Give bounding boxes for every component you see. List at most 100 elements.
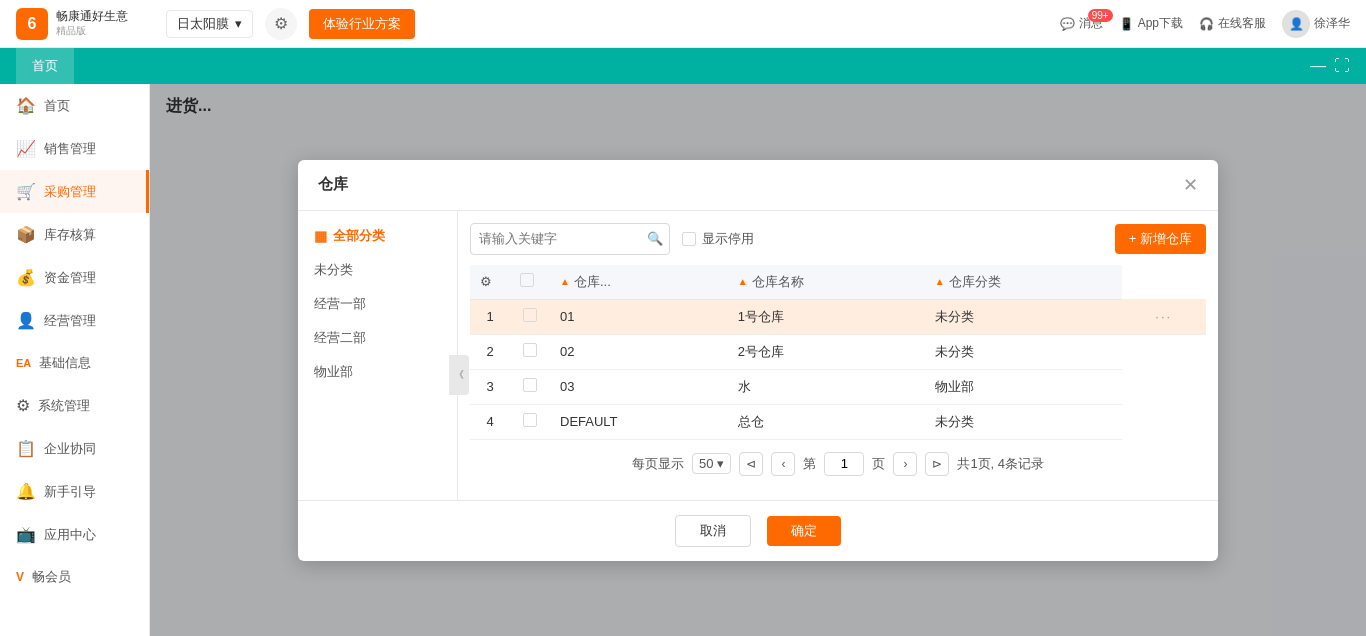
table-row[interactable]: 1 01 1号仓库 未分类 ··· xyxy=(470,299,1206,334)
apps-icon: 📺 xyxy=(16,525,36,544)
category-panel: ▦ 全部分类 未分类 经营一部 经营二部 物业部 xyxy=(298,211,458,500)
header-right: 💬 消息 99+ 📱 App下载 🎧 在线客服 👤 徐泽华 xyxy=(1060,10,1350,38)
category-label: 经营二部 xyxy=(314,329,366,347)
header-checkbox[interactable] xyxy=(520,273,534,287)
category-ops2[interactable]: 经营二部 xyxy=(298,321,457,355)
th-category: ▲ 仓库分类 xyxy=(925,265,1122,300)
sidebar-label: 销售管理 xyxy=(44,140,96,158)
category-all[interactable]: ▦ 全部分类 xyxy=(298,219,457,253)
gear-icon: ⚙ xyxy=(274,14,288,33)
table-row[interactable]: 4 DEFAULT 总仓 未分类 xyxy=(470,404,1206,439)
row-checkbox[interactable] xyxy=(523,343,537,357)
sidebar: 🏠 首页 📈 销售管理 🛒 采购管理 📦 库存核算 💰 资金管理 👤 经营管理 … xyxy=(0,84,150,636)
app-download-item[interactable]: 📱 App下载 xyxy=(1119,15,1183,32)
sidebar-label: 经营管理 xyxy=(44,312,96,330)
per-page-select[interactable]: 50 ▾ xyxy=(692,453,731,474)
sidebar-item-finance[interactable]: 💰 资金管理 xyxy=(0,256,149,299)
modal-overlay: 仓库 ✕ ▦ 全部分类 未分类 经营一 xyxy=(150,84,1366,636)
row-num: 3 xyxy=(470,369,510,404)
messages-item[interactable]: 💬 消息 99+ xyxy=(1060,15,1103,32)
th-code: ▲ 仓库... xyxy=(550,265,728,300)
cancel-button[interactable]: 取消 xyxy=(675,515,751,547)
row-num: 4 xyxy=(470,404,510,439)
category-label: 未分类 xyxy=(314,261,353,279)
top-header: 6 畅康通好生意 精品版 日太阳膜 ▾ ⚙ 体验行业方案 💬 消息 99+ 📱 … xyxy=(0,0,1366,48)
prev-page-button[interactable]: ‹ xyxy=(771,452,795,476)
service-item[interactable]: 🎧 在线客服 xyxy=(1199,15,1266,32)
row-checkbox-cell[interactable] xyxy=(510,369,550,404)
enterprise-icon: 📋 xyxy=(16,439,36,458)
sort-icon: ▲ xyxy=(738,276,748,287)
second-nav: 首页 — ⛶ xyxy=(0,48,1366,84)
action-menu-icon[interactable]: ··· xyxy=(1155,309,1172,324)
sort-icon: ▲ xyxy=(560,276,570,287)
try-industry-button[interactable]: 体验行业方案 xyxy=(309,9,415,39)
sales-icon: 📈 xyxy=(16,139,36,158)
confirm-button[interactable]: 确定 xyxy=(767,516,841,546)
category-property[interactable]: 物业部 xyxy=(298,355,457,389)
nav-right-icons: — ⛶ xyxy=(1310,57,1350,75)
nav-maximize-icon[interactable]: ⛶ xyxy=(1334,57,1350,75)
category-all-label: 全部分类 xyxy=(333,227,385,245)
sidebar-item-inventory[interactable]: 📦 库存核算 xyxy=(0,213,149,256)
row-code: 02 xyxy=(550,334,728,369)
basic-info-icon: EA xyxy=(16,357,31,369)
sidebar-item-operations[interactable]: 👤 经营管理 xyxy=(0,299,149,342)
sidebar-item-home[interactable]: 🏠 首页 xyxy=(0,84,149,127)
headset-icon: 🎧 xyxy=(1199,17,1214,31)
show-disabled-checkbox[interactable] xyxy=(682,232,696,246)
search-box: 🔍 xyxy=(470,223,670,255)
modal-close-button[interactable]: ✕ xyxy=(1183,174,1198,196)
sidebar-item-guide[interactable]: 🔔 新手引导 xyxy=(0,470,149,513)
row-checkbox-cell[interactable] xyxy=(510,404,550,439)
finance-icon: 💰 xyxy=(16,268,36,287)
operations-icon: 👤 xyxy=(16,311,36,330)
page-input[interactable] xyxy=(824,452,864,476)
modal-footer: 取消 确定 xyxy=(298,500,1218,561)
avatar: 👤 xyxy=(1282,10,1310,38)
show-disabled-label: 显示停用 xyxy=(702,230,754,248)
sidebar-item-system[interactable]: ⚙ 系统管理 xyxy=(0,384,149,427)
add-warehouse-button[interactable]: + 新增仓库 xyxy=(1115,224,1206,254)
user-item[interactable]: 👤 徐泽华 xyxy=(1282,10,1350,38)
row-checkbox[interactable] xyxy=(523,308,537,322)
sidebar-item-vip[interactable]: V 畅会员 xyxy=(0,556,149,598)
row-name: 水 xyxy=(728,369,925,404)
sidebar-label: 库存核算 xyxy=(44,226,96,244)
table-row[interactable]: 2 02 2号仓库 未分类 xyxy=(470,334,1206,369)
sidebar-item-apps[interactable]: 📺 应用中心 xyxy=(0,513,149,556)
row-checkbox[interactable] xyxy=(523,378,537,392)
row-checkbox-cell[interactable] xyxy=(510,299,550,334)
sidebar-item-purchase[interactable]: 🛒 采购管理 xyxy=(0,170,149,213)
nav-minimize-icon[interactable]: — xyxy=(1310,57,1326,75)
show-disabled-checkbox-area[interactable]: 显示停用 xyxy=(682,230,754,248)
settings-button[interactable]: ⚙ xyxy=(265,8,297,40)
first-page-button[interactable]: ⊲ xyxy=(739,452,763,476)
company-selector[interactable]: 日太阳膜 ▾ xyxy=(166,10,253,38)
sidebar-label: 首页 xyxy=(44,97,70,115)
search-icon[interactable]: 🔍 xyxy=(647,231,663,246)
nav-tab-home[interactable]: 首页 xyxy=(16,48,74,84)
inventory-icon: 📦 xyxy=(16,225,36,244)
th-name: ▲ 仓库名称 xyxy=(728,265,925,300)
th-checkbox xyxy=(510,265,550,300)
row-num: 1 xyxy=(470,299,510,334)
row-name: 2号仓库 xyxy=(728,334,925,369)
table-row[interactable]: 3 03 水 物业部 xyxy=(470,369,1206,404)
sidebar-item-sales[interactable]: 📈 销售管理 xyxy=(0,127,149,170)
collapse-button[interactable]: 《 xyxy=(449,355,469,395)
category-ops1[interactable]: 经营一部 xyxy=(298,287,457,321)
search-input[interactable] xyxy=(479,231,647,246)
row-checkbox[interactable] xyxy=(523,413,537,427)
row-num: 2 xyxy=(470,334,510,369)
select-arrow: ▾ xyxy=(717,456,724,471)
last-page-button[interactable]: ⊳ xyxy=(925,452,949,476)
logo-icon: 6 xyxy=(16,8,48,40)
sidebar-item-enterprise[interactable]: 📋 企业协同 xyxy=(0,427,149,470)
next-page-button[interactable]: › xyxy=(893,452,917,476)
row-actions[interactable]: ··· xyxy=(1122,299,1206,334)
sidebar-item-basic-info[interactable]: EA 基础信息 xyxy=(0,342,149,384)
category-unclassified[interactable]: 未分类 xyxy=(298,253,457,287)
row-code: 03 xyxy=(550,369,728,404)
row-checkbox-cell[interactable] xyxy=(510,334,550,369)
